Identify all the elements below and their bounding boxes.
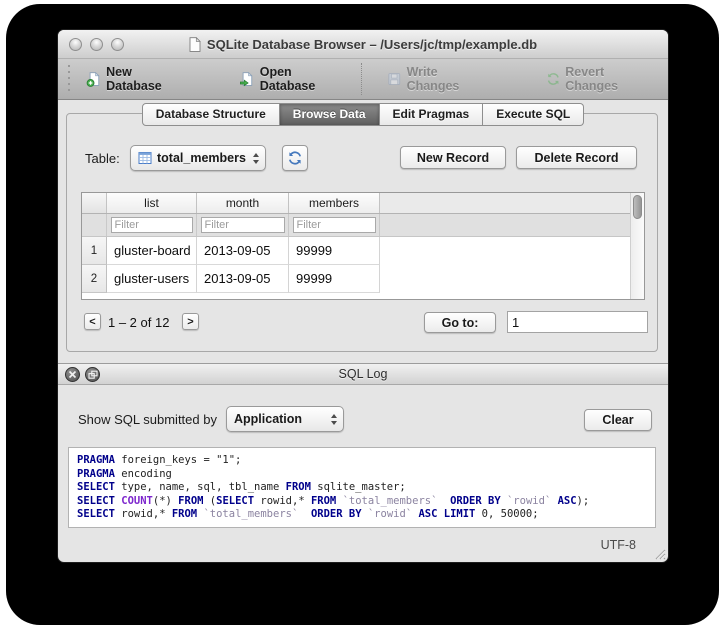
sql-source-select[interactable]: Application <box>226 406 344 432</box>
delete-record-button[interactable]: Delete Record <box>516 146 637 169</box>
cell-members[interactable]: 99999 <box>289 237 380 265</box>
grid-scrollbar[interactable] <box>630 193 644 299</box>
table-select-value: total_members <box>157 151 246 165</box>
revert-changes-icon <box>546 71 561 87</box>
delete-record-label: Delete Record <box>534 151 618 165</box>
open-database-label: Open Database <box>260 65 343 93</box>
filter-input-list[interactable] <box>111 217 193 233</box>
goto-input[interactable] <box>507 311 648 333</box>
app-window: SQLite Database Browser – /Users/jc/tmp/… <box>58 30 668 562</box>
minimize-button[interactable] <box>90 38 103 51</box>
new-database-label: New Database <box>106 65 183 93</box>
sql-log-dock-titlebar: SQL Log <box>58 363 668 385</box>
tab-label: Database Structure <box>156 107 266 121</box>
write-changes-button[interactable]: Write Changes <box>381 61 492 97</box>
refresh-button[interactable] <box>282 145 308 171</box>
next-label: > <box>187 316 193 328</box>
sql-log-text[interactable]: PRAGMA foreign_keys = "1";PRAGMA encodin… <box>68 447 656 528</box>
close-button[interactable] <box>69 38 82 51</box>
cell-month[interactable]: 2013-09-05 <box>197 265 289 293</box>
prev-label: < <box>89 316 95 328</box>
table-select[interactable]: total_members <box>130 145 266 171</box>
new-database-icon <box>86 71 101 88</box>
tab-edit-pragmas[interactable]: Edit Pragmas <box>380 103 484 126</box>
combobox-arrows-icon <box>252 152 260 165</box>
tab-execute-sql[interactable]: Execute SQL <box>483 103 584 126</box>
next-page-button[interactable]: > <box>182 313 199 330</box>
table-label: Table: <box>85 151 120 166</box>
revert-changes-button[interactable]: Revert Changes <box>540 61 658 97</box>
write-changes-label: Write Changes <box>407 65 487 93</box>
table-icon <box>138 151 152 165</box>
zoom-button[interactable] <box>111 38 124 51</box>
prev-page-button[interactable]: < <box>84 313 101 330</box>
table-row: 2 gluster-users 2013-09-05 99999 <box>82 265 644 293</box>
write-changes-icon <box>387 71 402 87</box>
new-record-button[interactable]: New Record <box>400 146 506 169</box>
scrollbar-thumb[interactable] <box>633 195 642 219</box>
refresh-icon <box>287 150 303 166</box>
dock-title: SQL Log <box>58 364 668 386</box>
column-header-list[interactable]: list <box>107 193 197 213</box>
tab-browse-data[interactable]: Browse Data <box>280 103 380 126</box>
sql-source-value: Application <box>234 412 302 426</box>
filter-input-month[interactable] <box>201 217 285 233</box>
sql-source-label: Show SQL submitted by <box>78 412 217 427</box>
new-record-label: New Record <box>417 151 489 165</box>
grid-filter-row <box>82 214 644 237</box>
table-row: 1 gluster-board 2013-09-05 99999 <box>82 237 644 265</box>
grid-header-row: list month members <box>82 193 644 214</box>
toolbar: New Database Open Database Write <box>58 59 668 100</box>
cell-list[interactable]: gluster-users <box>107 265 197 293</box>
clear-button[interactable]: Clear <box>584 409 652 431</box>
tab-database-structure[interactable]: Database Structure <box>142 103 280 126</box>
document-icon <box>189 37 201 52</box>
column-header-month[interactable]: month <box>197 193 289 213</box>
tab-bar: Database Structure Browse Data Edit Prag… <box>58 103 668 126</box>
tab-label: Browse Data <box>293 107 366 121</box>
revert-changes-label: Revert Changes <box>565 65 652 93</box>
cell-month[interactable]: 2013-09-05 <box>197 237 289 265</box>
column-header-members[interactable]: members <box>289 193 380 213</box>
row-header[interactable]: 2 <box>82 265 107 293</box>
traffic-lights <box>69 30 124 58</box>
filter-corner <box>82 214 107 236</box>
open-database-button[interactable]: Open Database <box>233 61 348 97</box>
combobox-arrows-icon <box>330 413 338 426</box>
cell-list[interactable]: gluster-board <box>107 237 197 265</box>
toolbar-drag-handle <box>68 65 72 93</box>
filter-input-members[interactable] <box>293 217 376 233</box>
new-database-button[interactable]: New Database <box>80 61 190 97</box>
grid-corner-header[interactable] <box>82 193 107 213</box>
tab-label: Edit Pragmas <box>393 107 470 121</box>
toolbar-separator <box>361 63 362 95</box>
cell-members[interactable]: 99999 <box>289 265 380 293</box>
screenshot-background: SQLite Database Browser – /Users/jc/tmp/… <box>0 0 725 641</box>
data-grid: list month members 1 gluster-board 2013-… <box>81 192 645 300</box>
title-bar: SQLite Database Browser – /Users/jc/tmp/… <box>58 30 668 59</box>
encoding-label: UTF-8 <box>601 538 636 552</box>
open-database-icon <box>239 71 254 88</box>
row-header[interactable]: 1 <box>82 237 107 265</box>
clear-label: Clear <box>602 413 633 427</box>
page-range-label: 1 – 2 of 12 <box>108 315 169 330</box>
window-title: SQLite Database Browser – /Users/jc/tmp/… <box>207 37 537 52</box>
tab-label: Execute SQL <box>496 107 570 121</box>
resize-grip[interactable] <box>653 547 666 560</box>
goto-label: Go to: <box>442 316 479 330</box>
goto-button[interactable]: Go to: <box>424 312 496 333</box>
